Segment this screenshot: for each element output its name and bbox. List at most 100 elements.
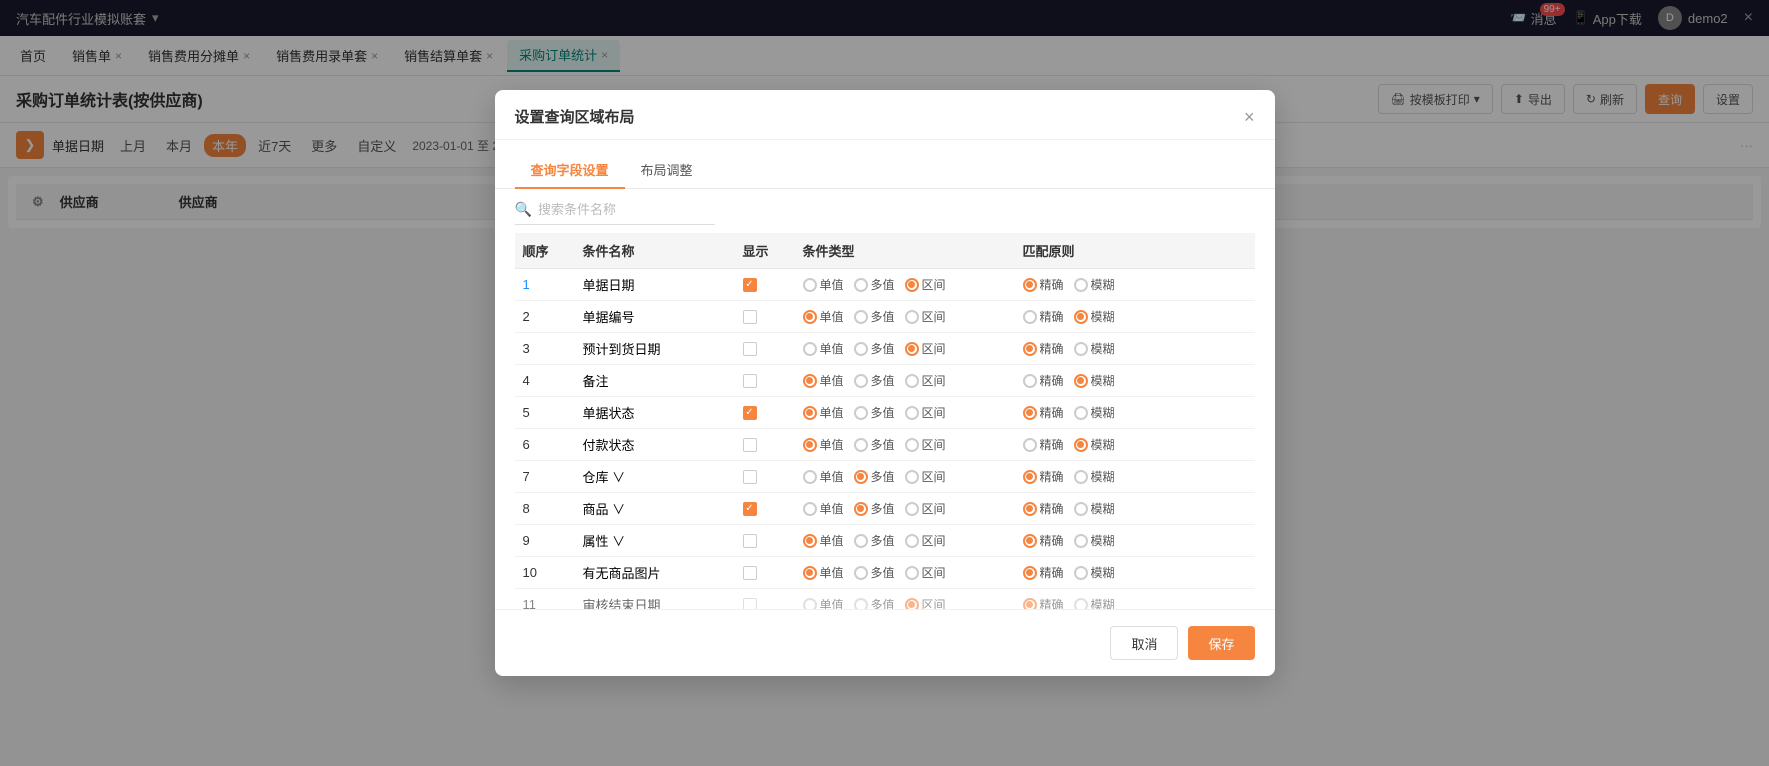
match-radio-精确[interactable]: 精确 [1023, 532, 1064, 549]
type-radio-单值[interactable]: 单值 [803, 404, 844, 421]
type-radio-多值[interactable]: 多值 [854, 436, 895, 453]
type-radio-单值[interactable]: 单值 [803, 340, 844, 357]
checkbox-2[interactable] [743, 342, 757, 356]
save-button[interactable]: 保存 [1188, 626, 1254, 660]
cancel-button[interactable]: 取消 [1110, 626, 1178, 660]
checkbox-1[interactable] [743, 310, 757, 324]
match-radio-模糊[interactable]: 模糊 [1074, 404, 1115, 421]
dialog-tab-query-fields[interactable]: 查询字段设置 [515, 152, 625, 189]
radio-circle [1023, 438, 1037, 452]
type-radio-多值[interactable]: 多值 [854, 404, 895, 421]
checkbox-3[interactable] [743, 374, 757, 388]
checkbox-10[interactable] [743, 598, 757, 610]
checkbox-0[interactable] [743, 278, 757, 292]
row-checkbox-6[interactable] [735, 470, 795, 484]
row-checkbox-8[interactable] [735, 534, 795, 548]
match-radio-精确[interactable]: 精确 [1023, 276, 1064, 293]
type-radio-多值[interactable]: 多值 [854, 340, 895, 357]
row-name-10: 审核结束日期 [575, 595, 735, 609]
row-order-0: 1 [515, 277, 575, 292]
checkbox-8[interactable] [743, 534, 757, 548]
type-radio-单值[interactable]: 单值 [803, 500, 844, 517]
type-radio-区间[interactable]: 区间 [905, 372, 946, 389]
match-radio-模糊[interactable]: 模糊 [1074, 436, 1115, 453]
match-radio-模糊[interactable]: 模糊 [1074, 532, 1115, 549]
checkbox-4[interactable] [743, 406, 757, 420]
dialog-tab-layout-label: 布局调整 [641, 163, 693, 178]
type-radio-区间[interactable]: 区间 [905, 564, 946, 581]
match-radio-模糊[interactable]: 模糊 [1074, 340, 1115, 357]
type-radio-多值[interactable]: 多值 [854, 596, 895, 609]
radio-circle [854, 406, 868, 420]
row-checkbox-7[interactable] [735, 502, 795, 516]
type-radio-多值[interactable]: 多值 [854, 500, 895, 517]
row-checkbox-10[interactable] [735, 598, 795, 610]
type-radio-单值[interactable]: 单值 [803, 436, 844, 453]
match-radio-模糊[interactable]: 模糊 [1074, 564, 1115, 581]
type-radio-多值[interactable]: 多值 [854, 372, 895, 389]
row-name-4: 单据状态 [575, 403, 735, 422]
type-radio-单值[interactable]: 单值 [803, 308, 844, 325]
match-radio-精确[interactable]: 精确 [1023, 404, 1064, 421]
type-radio-区间[interactable]: 区间 [905, 340, 946, 357]
type-radio-区间[interactable]: 区间 [905, 500, 946, 517]
type-radio-多值[interactable]: 多值 [854, 532, 895, 549]
row-checkbox-3[interactable] [735, 374, 795, 388]
match-radio-模糊[interactable]: 模糊 [1074, 372, 1115, 389]
radio-circle [803, 342, 817, 356]
checkbox-9[interactable] [743, 566, 757, 580]
checkbox-5[interactable] [743, 438, 757, 452]
type-radio-单值[interactable]: 单值 [803, 468, 844, 485]
radio-circle [905, 598, 919, 610]
type-radio-区间[interactable]: 区间 [905, 532, 946, 549]
match-radio-模糊[interactable]: 模糊 [1074, 308, 1115, 325]
type-radio-单值[interactable]: 单值 [803, 564, 844, 581]
type-radio-区间[interactable]: 区间 [905, 404, 946, 421]
dialog-tab-layout[interactable]: 布局调整 [625, 152, 709, 189]
type-radio-单值[interactable]: 单值 [803, 532, 844, 549]
radio-circle [905, 566, 919, 580]
type-radio-多值[interactable]: 多值 [854, 308, 895, 325]
dialog-close-button[interactable]: × [1244, 108, 1255, 126]
checkbox-6[interactable] [743, 470, 757, 484]
row-checkbox-0[interactable] [735, 278, 795, 292]
match-radio-模糊[interactable]: 模糊 [1074, 596, 1115, 609]
type-radio-区间[interactable]: 区间 [905, 308, 946, 325]
row-checkbox-2[interactable] [735, 342, 795, 356]
checkbox-7[interactable] [743, 502, 757, 516]
match-radio-精确[interactable]: 精确 [1023, 436, 1064, 453]
type-radio-多值[interactable]: 多值 [854, 468, 895, 485]
type-radio-单值[interactable]: 单值 [803, 596, 844, 609]
type-radio-区间[interactable]: 区间 [905, 276, 946, 293]
radio-circle [905, 374, 919, 388]
radio-circle [1023, 470, 1037, 484]
match-radio-精确[interactable]: 精确 [1023, 564, 1064, 581]
match-radio-精确[interactable]: 精确 [1023, 500, 1064, 517]
type-radio-单值[interactable]: 单值 [803, 276, 844, 293]
search-input[interactable] [538, 202, 698, 217]
radio-circle [854, 374, 868, 388]
row-checkbox-4[interactable] [735, 406, 795, 420]
row-name-7: 商品 ∨ [575, 499, 735, 518]
table-row: 10有无商品图片单值多值区间精确模糊 [515, 557, 1255, 589]
type-radio-区间[interactable]: 区间 [905, 468, 946, 485]
type-radio-多值[interactable]: 多值 [854, 276, 895, 293]
match-radio-精确[interactable]: 精确 [1023, 372, 1064, 389]
row-checkbox-5[interactable] [735, 438, 795, 452]
row-order-10: 11 [515, 597, 575, 609]
match-radio-精确[interactable]: 精确 [1023, 308, 1064, 325]
row-checkbox-9[interactable] [735, 566, 795, 580]
match-radio-精确[interactable]: 精确 [1023, 340, 1064, 357]
row-checkbox-1[interactable] [735, 310, 795, 324]
match-radio-精确[interactable]: 精确 [1023, 468, 1064, 485]
type-radio-区间[interactable]: 区间 [905, 596, 946, 609]
type-radio-区间[interactable]: 区间 [905, 436, 946, 453]
row-order-6: 7 [515, 469, 575, 484]
match-radio-模糊[interactable]: 模糊 [1074, 500, 1115, 517]
type-radio-多值[interactable]: 多值 [854, 564, 895, 581]
match-radio-模糊[interactable]: 模糊 [1074, 276, 1115, 293]
type-radio-单值[interactable]: 单值 [803, 372, 844, 389]
table-row: 7仓库 ∨单值多值区间精确模糊 [515, 461, 1255, 493]
match-radio-精确[interactable]: 精确 [1023, 596, 1064, 609]
match-radio-模糊[interactable]: 模糊 [1074, 468, 1115, 485]
